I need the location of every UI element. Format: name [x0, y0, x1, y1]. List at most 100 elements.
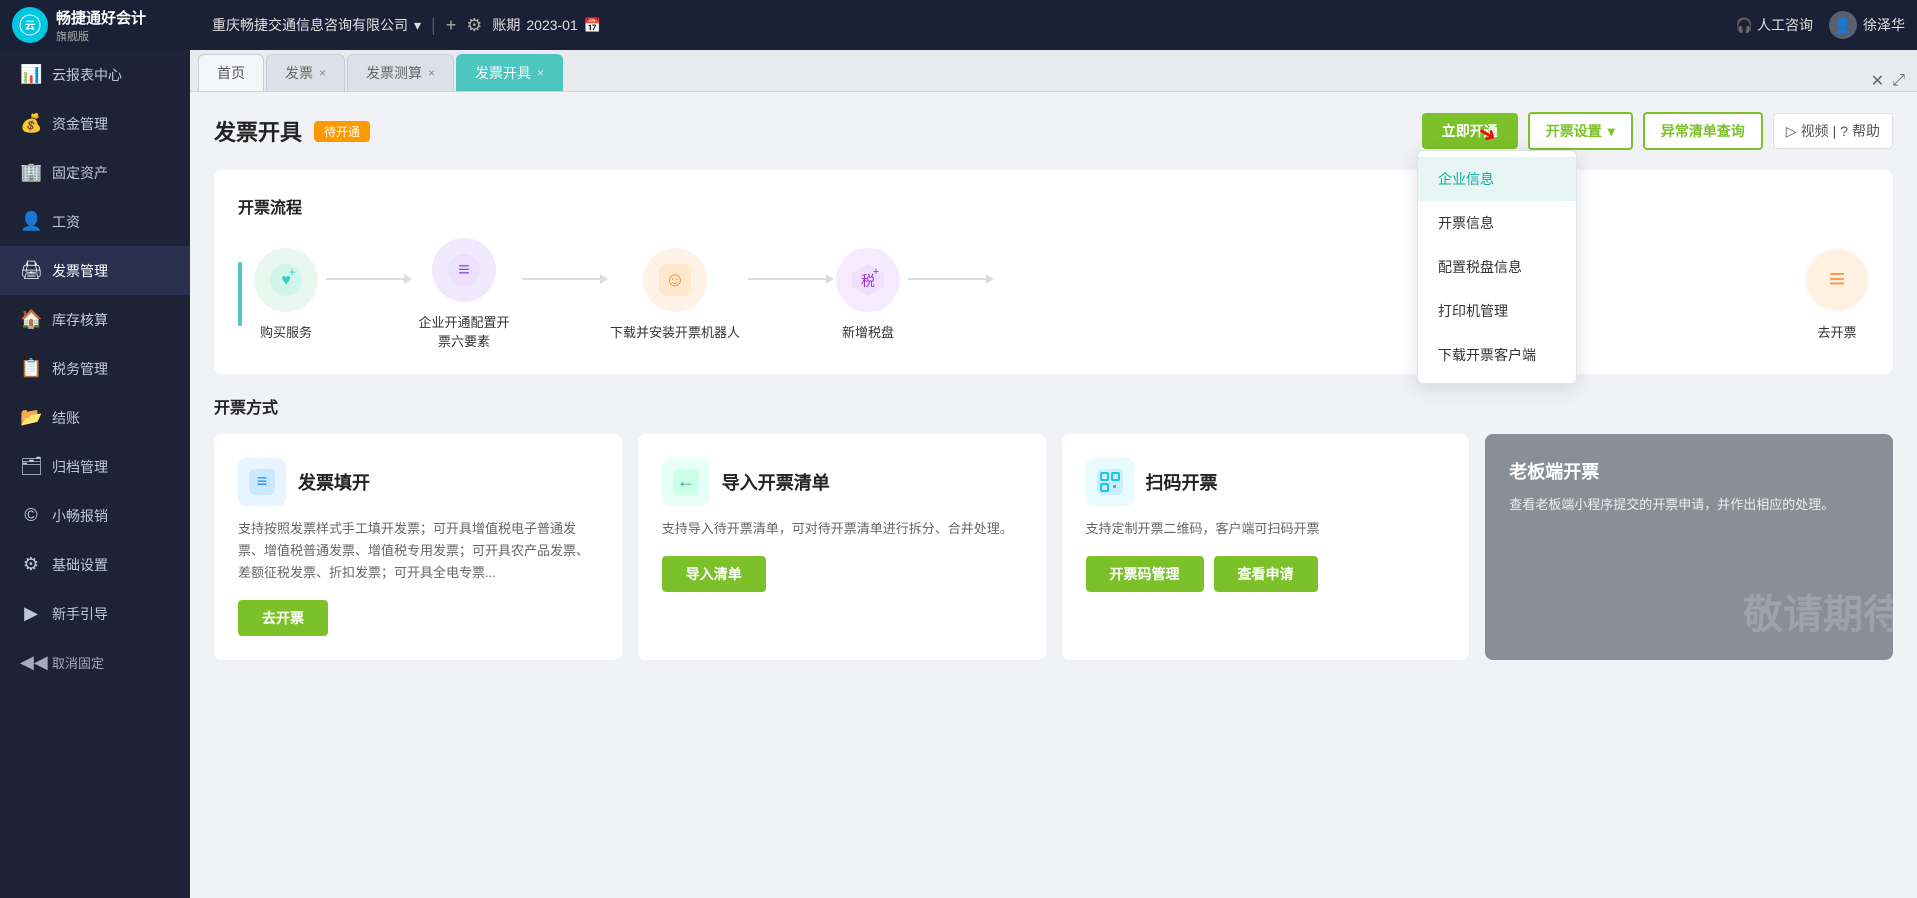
- method-card-boss: 老板端开票 查看老板端小程序提交的开票申请，并作出相应的处理。 敬请期待: [1485, 434, 1893, 660]
- tab-invoice-close[interactable]: ×: [319, 66, 326, 80]
- chevron-down-icon: ▾: [414, 17, 421, 34]
- sidebar: 📊 云报表中心 💰 资金管理 🏢 固定资产 👤 工资 🖨 发票管理 🏠 库存核算…: [0, 50, 190, 898]
- sidebar-item-settings[interactable]: ⚙ 基础设置: [0, 540, 190, 589]
- top-bar-right: 🎧 人工咨询 👤 徐泽华: [1736, 11, 1905, 39]
- step-4-label: 新增税盘: [842, 322, 894, 341]
- status-badge: 待开通: [314, 121, 370, 142]
- sidebar-item-invoice[interactable]: 🖨 发票管理: [0, 246, 190, 295]
- tab-invoice-calc-label: 发票测算: [366, 63, 422, 83]
- card-import-title: 导入开票清单: [722, 469, 830, 495]
- period-label: 账期: [492, 15, 520, 35]
- flow-step-4: 税+ 新增税盘: [836, 248, 900, 341]
- card-fill-icon: ≡: [238, 458, 286, 506]
- video-label: 视频: [1801, 121, 1829, 141]
- card-scan-apply-button[interactable]: 查看申请: [1214, 556, 1318, 592]
- svg-text:≡: ≡: [458, 259, 470, 281]
- logo-area: 云 畅捷通好会计 旗舰版: [12, 7, 202, 44]
- tax-icon: 📋: [20, 358, 42, 379]
- period-value: 2023-01: [526, 17, 577, 33]
- separator: |: [1833, 123, 1837, 139]
- user-name: 徐泽华: [1863, 15, 1905, 35]
- tab-bar: 首页 发票 × 发票测算 × 发票开具 × ✕ ⤢: [190, 50, 1917, 92]
- archive-icon: 🗂: [20, 456, 42, 477]
- sidebar-item-inventory[interactable]: 🏠 库存核算: [0, 295, 190, 344]
- sidebar-label-fixed-assets: 固定资产: [52, 163, 108, 183]
- page-title: 发票开具: [214, 115, 302, 147]
- sidebar-item-fixed-assets[interactable]: 🏢 固定资产: [0, 148, 190, 197]
- sidebar-item-archive[interactable]: 🗂 归档管理: [0, 442, 190, 491]
- activate-button[interactable]: 立即开通: [1422, 113, 1518, 149]
- card-scan-buttons: 开票码管理 查看申请: [1086, 556, 1446, 592]
- guide-icon: ▶: [20, 603, 42, 624]
- svg-text:云: 云: [25, 20, 35, 32]
- method-card-import: ← 导入开票清单 支持导入待开票清单，可对待开票清单进行拆分、合并处理。 导入清…: [638, 434, 1046, 660]
- card-scan-header: 扫码开票: [1086, 458, 1446, 506]
- card-import-header: ← 导入开票清单: [662, 458, 1022, 506]
- tab-invoice-calc-close[interactable]: ×: [428, 66, 435, 80]
- sidebar-label-tax: 税务管理: [52, 359, 108, 379]
- service-label: 人工咨询: [1757, 15, 1813, 35]
- svg-text:≡: ≡: [257, 471, 268, 491]
- sidebar-item-guide[interactable]: ▶ 新手引导: [0, 589, 190, 638]
- play-icon: ▷: [1786, 123, 1797, 140]
- sidebar-item-expense[interactable]: © 小畅报销: [0, 491, 190, 540]
- svg-text:☺: ☺: [665, 269, 685, 291]
- card-scan-icon: [1086, 458, 1134, 506]
- card-scan-manage-button[interactable]: 开票码管理: [1086, 556, 1204, 592]
- video-button[interactable]: ▷ 视频 | ? 帮助: [1773, 113, 1893, 149]
- dropdown-item-tax-disk[interactable]: 配置税盘信息: [1418, 245, 1576, 289]
- methods-title: 开票方式: [214, 394, 1893, 418]
- dropdown-item-printer[interactable]: 打印机管理: [1418, 289, 1576, 333]
- step-2-label: 企业开通配置开票六要素: [414, 312, 514, 350]
- sidebar-item-tax[interactable]: 📋 税务管理: [0, 344, 190, 393]
- settings-icon[interactable]: ⚙: [466, 15, 482, 36]
- user-button[interactable]: 👤 徐泽华: [1829, 11, 1905, 39]
- sidebar-label-archive: 归档管理: [52, 457, 108, 477]
- card-fill-button[interactable]: 去开票: [238, 600, 328, 636]
- card-import-button[interactable]: 导入清单: [662, 556, 766, 592]
- settings-dropdown: ➜ 企业信息 开票信息 配置税盘信息 打印机管理 下载开票客户端: [1417, 150, 1577, 384]
- tab-invoice-issue[interactable]: 发票开具 ×: [456, 54, 563, 91]
- dropdown-item-download[interactable]: 下载开票客户端: [1418, 333, 1576, 377]
- period-info: 账期 2023-01 📅: [492, 15, 601, 35]
- company-selector[interactable]: 重庆畅捷交通信息咨询有限公司 ▾: [212, 15, 421, 35]
- step-4-icon: 税+: [836, 248, 900, 312]
- dropdown-item-invoice-info[interactable]: 开票信息: [1418, 201, 1576, 245]
- sidebar-label-payroll: 工资: [52, 212, 80, 232]
- sidebar-item-cancel-fixed[interactable]: ◀◀ 取消固定: [0, 638, 190, 687]
- methods-section-wrap: 开票方式 ≡ 发票填开 支持按照发票样式手工填开发票；可开具增值税电子普通发票、…: [214, 394, 1893, 660]
- sidebar-item-cloud-report[interactable]: 📊 云报表中心: [0, 50, 190, 99]
- service-button[interactable]: 🎧 人工咨询: [1736, 15, 1813, 35]
- sidebar-item-capital[interactable]: 💰 资金管理: [0, 99, 190, 148]
- sidebar-label-invoice: 发票管理: [52, 261, 108, 281]
- sidebar-item-settlement[interactable]: 📂 结账: [0, 393, 190, 442]
- tab-invoice-issue-label: 发票开具: [475, 63, 531, 83]
- add-icon[interactable]: +: [446, 15, 457, 36]
- step-2-icon: ≡: [432, 238, 496, 302]
- flow-connector-1: [326, 278, 406, 280]
- sidebar-label-expense: 小畅报销: [52, 506, 108, 526]
- company-name: 重庆畅捷交通信息咨询有限公司: [212, 15, 408, 35]
- tab-home[interactable]: 首页: [198, 54, 264, 91]
- tab-bar-expand-icon[interactable]: ⤢: [1892, 72, 1905, 90]
- sidebar-item-payroll[interactable]: 👤 工资: [0, 197, 190, 246]
- methods-cards: ≡ 发票填开 支持按照发票样式手工填开发票；可开具增值税电子普通发票、增值税普通…: [214, 434, 1893, 660]
- cloud-report-icon: 📊: [20, 64, 42, 85]
- card-fill-desc: 支持按照发票样式手工填开发票；可开具增值税电子普通发票、增值税普通发票、增值税专…: [238, 518, 598, 584]
- dropdown-item-company[interactable]: 企业信息: [1418, 157, 1576, 201]
- calendar-icon[interactable]: 📅: [584, 17, 601, 34]
- svg-text:←: ←: [677, 471, 695, 491]
- sidebar-label-inventory: 库存核算: [52, 310, 108, 330]
- flow-step-5: ≡ 去开票: [1805, 248, 1869, 341]
- gear-icon: ⚙: [20, 554, 42, 575]
- tab-bar-close-icon[interactable]: ✕: [1871, 71, 1884, 91]
- settings-button[interactable]: 开票设置 ▾: [1528, 112, 1633, 150]
- page-title-row: 发票开具 待开通 立即开通 开票设置 ▾ 异常清单查询 ▷ 视频 | ? 帮助: [214, 112, 1893, 150]
- abnormal-button[interactable]: 异常清单查询: [1643, 112, 1763, 150]
- flow-steps: ♥+ 购买服务 ≡ 企业开通配置开票六要素: [238, 238, 1869, 350]
- tab-invoice-calc[interactable]: 发票测算 ×: [347, 54, 454, 91]
- tab-invoice[interactable]: 发票 ×: [266, 54, 345, 91]
- headset-icon: 🎧: [1736, 17, 1753, 34]
- card-scan-title: 扫码开票: [1146, 469, 1218, 495]
- tab-invoice-issue-close[interactable]: ×: [537, 66, 544, 80]
